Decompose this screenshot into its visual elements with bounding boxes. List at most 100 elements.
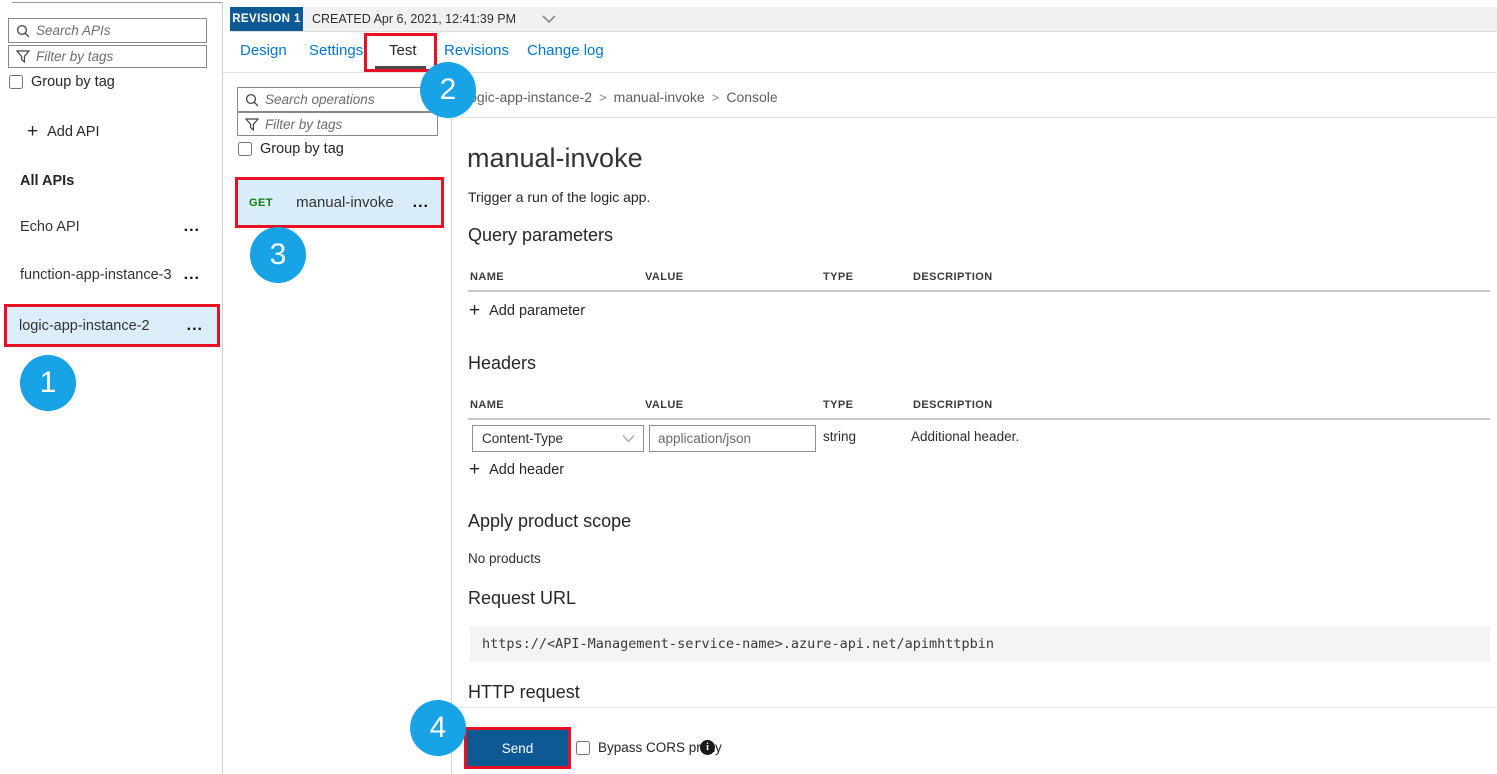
- table-divider: [468, 418, 1490, 420]
- search-apis-field: [8, 18, 207, 43]
- tab-change-log[interactable]: Change log: [527, 42, 604, 59]
- search-apis-input[interactable]: [30, 23, 206, 38]
- tab-design[interactable]: Design: [240, 42, 287, 59]
- column-header-type: TYPE: [823, 271, 853, 283]
- request-url-heading: Request URL: [468, 588, 576, 609]
- api-list-sidebar: Group by tag + Add API All APIs Echo API…: [0, 0, 223, 774]
- sidebar-item-logic-app-instance-2[interactable]: logic-app-instance-2 ...: [7, 307, 217, 344]
- more-options-icon[interactable]: ...: [184, 271, 200, 279]
- column-header-name: NAME: [470, 271, 504, 283]
- group-by-tag-label: Group by tag: [260, 141, 344, 157]
- sidebar-right-border: [222, 2, 223, 774]
- group-by-tag-operations-checkbox[interactable]: [238, 142, 252, 156]
- filter-icon: [245, 118, 259, 131]
- breadcrumb: logic-app-instance-2 > manual-invoke > C…: [466, 89, 778, 105]
- header-description-text: Additional header.: [911, 429, 1019, 444]
- header-name-select[interactable]: Content-Type: [472, 425, 644, 452]
- api-name: logic-app-instance-2: [19, 318, 150, 334]
- filter-apis-field: [8, 45, 207, 68]
- http-request-heading: HTTP request: [468, 682, 580, 703]
- breadcrumb-separator: >: [712, 90, 720, 105]
- product-scope-heading: Apply product scope: [468, 511, 631, 532]
- plus-icon: +: [27, 125, 38, 139]
- revision-badge[interactable]: REVISION 1: [230, 7, 303, 31]
- send-button[interactable]: Send: [467, 730, 568, 766]
- column-header-value: VALUE: [645, 399, 683, 411]
- search-icon: [245, 93, 259, 107]
- callout-1: 1: [20, 355, 76, 411]
- request-url-box: https://<API-Management-service-name>.az…: [470, 626, 1490, 662]
- search-icon: [16, 24, 30, 38]
- column-header-description: DESCRIPTION: [913, 271, 993, 283]
- no-products-text: No products: [468, 551, 541, 566]
- filter-operations-field: [237, 112, 438, 136]
- tab-revisions[interactable]: Revisions: [444, 42, 509, 59]
- callout-3: 3: [250, 227, 306, 283]
- add-header-label: Add header: [489, 462, 564, 478]
- chevron-down-icon[interactable]: [542, 14, 556, 24]
- sidebar-top-border: [12, 2, 222, 3]
- more-options-icon[interactable]: ...: [184, 223, 200, 231]
- header-value-input[interactable]: [649, 425, 816, 452]
- column-header-name: NAME: [470, 399, 504, 411]
- breadcrumb-divider: [452, 117, 1497, 118]
- callout-4: 4: [410, 700, 466, 756]
- more-options-icon[interactable]: ...: [187, 322, 203, 330]
- step3-highlight-box: GET manual-invoke ...: [235, 177, 444, 228]
- api-name: Echo API: [20, 219, 80, 235]
- more-options-icon[interactable]: ...: [413, 199, 429, 207]
- column-header-value: VALUE: [645, 271, 683, 283]
- sidebar-item-echo-api[interactable]: Echo API ...: [20, 219, 200, 235]
- search-operations-field: [237, 87, 438, 112]
- headers-heading: Headers: [468, 353, 536, 374]
- step4-highlight-box: Send: [464, 727, 571, 769]
- filter-apis-input[interactable]: [30, 49, 206, 64]
- add-api-button[interactable]: + Add API: [27, 124, 100, 140]
- all-apis-heading: All APIs: [20, 173, 74, 189]
- add-parameter-label: Add parameter: [489, 303, 585, 319]
- group-by-tag-label: Group by tag: [31, 74, 115, 90]
- apim-test-page: Group by tag + Add API All APIs Echo API…: [0, 0, 1497, 774]
- plus-icon: +: [469, 304, 480, 318]
- breadcrumb-item-console: Console: [726, 89, 777, 105]
- plus-icon: +: [469, 463, 480, 477]
- filter-icon: [16, 50, 30, 63]
- add-api-label: Add API: [47, 124, 99, 140]
- revision-bar: REVISION 1 CREATED Apr 6, 2021, 12:41:39…: [230, 7, 1497, 32]
- header-name-value: Content-Type: [482, 431, 563, 446]
- breadcrumb-separator: >: [599, 90, 607, 105]
- group-by-tag-checkbox[interactable]: [9, 75, 23, 89]
- group-by-tag-row: Group by tag: [9, 74, 115, 90]
- step1-highlight-box: logic-app-instance-2 ...: [4, 304, 220, 347]
- sidebar-item-function-app-instance-3[interactable]: function-app-instance-3 ...: [20, 267, 200, 283]
- search-operations-input[interactable]: [259, 92, 437, 107]
- operation-name: manual-invoke: [296, 194, 413, 211]
- callout-2: 2: [420, 62, 476, 118]
- column-header-type: TYPE: [823, 399, 853, 411]
- tab-settings[interactable]: Settings: [309, 42, 363, 59]
- tabs-divider: [223, 72, 1497, 73]
- table-divider: [468, 290, 1490, 292]
- query-parameters-heading: Query parameters: [468, 225, 613, 246]
- page-title: manual-invoke: [467, 143, 643, 174]
- breadcrumb-item-operation[interactable]: manual-invoke: [614, 89, 705, 105]
- filter-operations-input[interactable]: [259, 117, 437, 132]
- breadcrumb-item-api[interactable]: logic-app-instance-2: [466, 89, 592, 105]
- add-parameter-button[interactable]: + Add parameter: [469, 303, 585, 319]
- header-type-text: string: [823, 429, 856, 444]
- api-name: function-app-instance-3: [20, 267, 172, 283]
- operation-description: Trigger a run of the logic app.: [468, 189, 650, 205]
- http-request-divider: [452, 707, 1497, 708]
- request-url-text: https://<API-Management-service-name>.az…: [482, 636, 994, 652]
- column-header-description: DESCRIPTION: [913, 399, 993, 411]
- chevron-down-icon: [622, 434, 635, 443]
- http-method-badge: GET: [249, 197, 273, 209]
- panel-divider: [451, 72, 452, 774]
- operation-item-manual-invoke[interactable]: GET manual-invoke ...: [238, 180, 441, 225]
- step2-highlight-box: [364, 33, 437, 72]
- group-by-tag-row-operations: Group by tag: [238, 141, 344, 157]
- info-icon[interactable]: i: [700, 740, 715, 755]
- revision-created-text: CREATED Apr 6, 2021, 12:41:39 PM: [312, 7, 516, 31]
- add-header-button[interactable]: + Add header: [469, 462, 564, 478]
- bypass-cors-checkbox[interactable]: [576, 741, 590, 755]
